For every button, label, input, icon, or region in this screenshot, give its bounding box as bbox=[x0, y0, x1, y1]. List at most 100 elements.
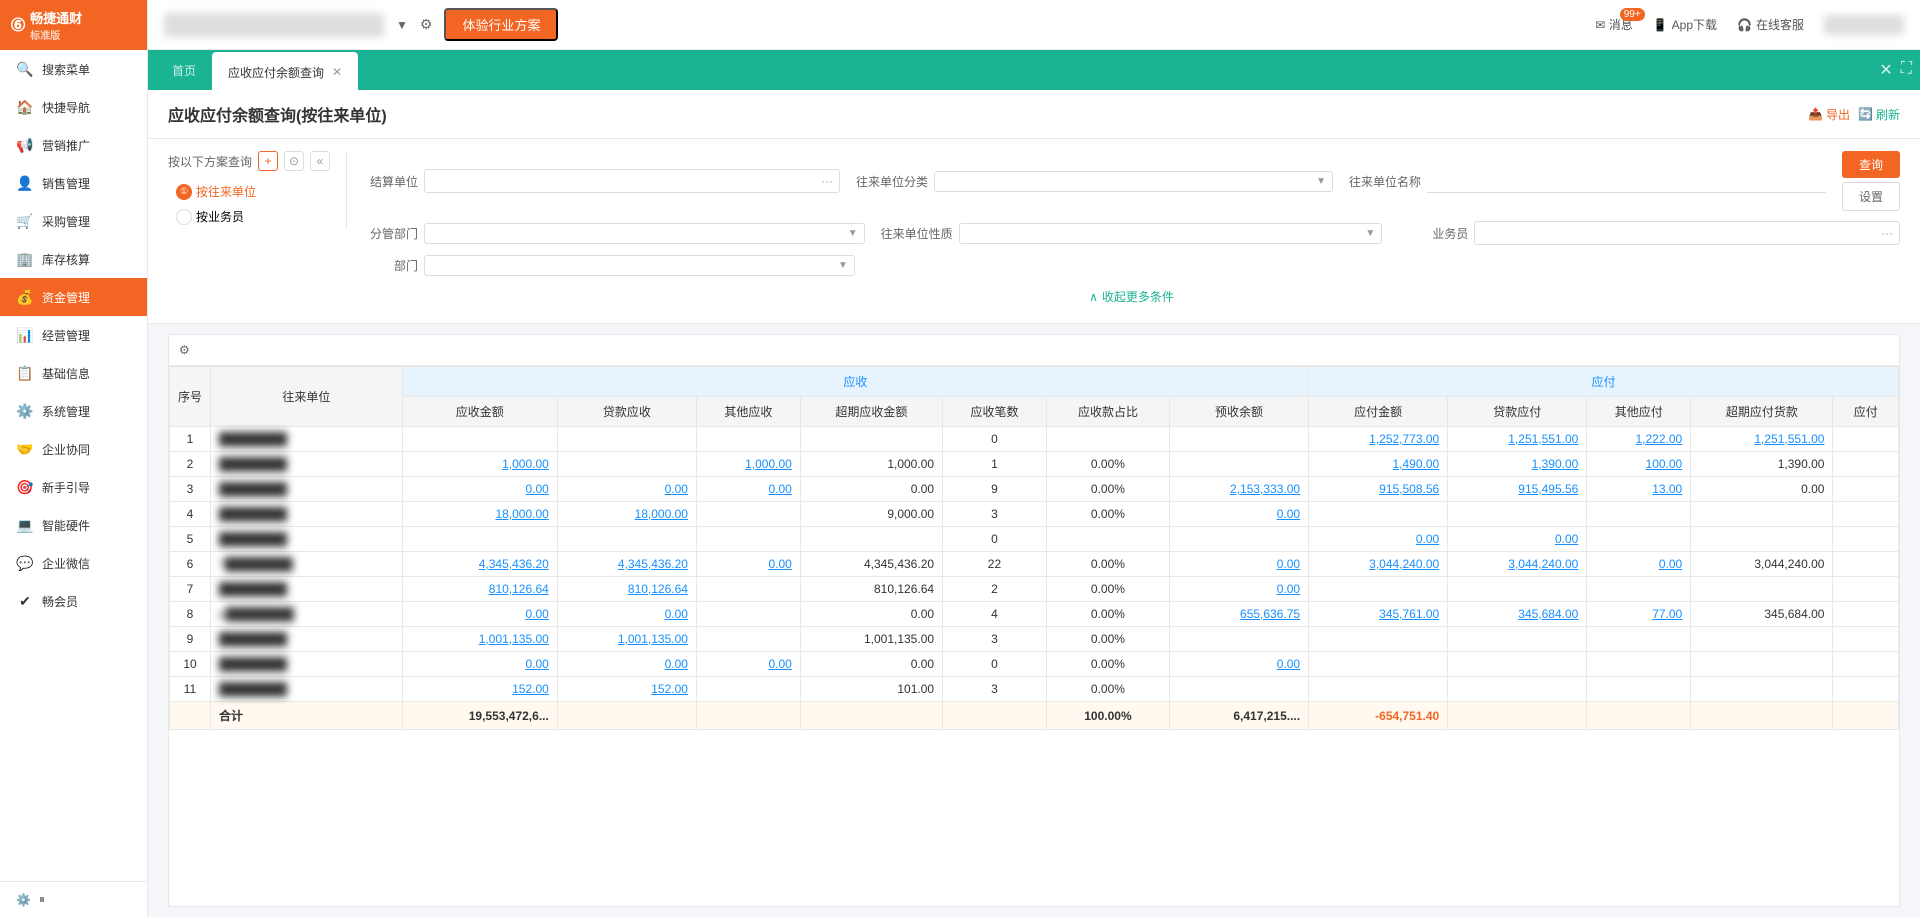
page-title: 应收应付余额查询(按往来单位) bbox=[168, 102, 387, 138]
tabbar: 首页 应收应付余额查询 ✕ ✕ ⛶ bbox=[148, 50, 1920, 90]
maximize-icon[interactable]: ⛶ bbox=[1901, 60, 1912, 80]
sidebar-item-label: 搜索菜单 bbox=[42, 61, 90, 78]
gear-icon[interactable]: ⚙ bbox=[420, 16, 433, 33]
collapse-scheme-button[interactable]: « bbox=[310, 151, 330, 171]
dept-manage-select[interactable]: ▼ bbox=[424, 223, 865, 244]
settlement-label: 结算单位 bbox=[363, 173, 418, 190]
messages-button[interactable]: ✉ 消息 99+ bbox=[1595, 16, 1632, 33]
table-gear-icon[interactable]: ⚙ bbox=[179, 343, 190, 357]
unit-category-label: 往来单位分类 bbox=[856, 173, 928, 190]
chevron-down-icon[interactable]: ▼ bbox=[396, 18, 408, 32]
col-ar-loan: 贷款应收 bbox=[557, 397, 696, 427]
sidebar-item-sales[interactable]: 👤 销售管理 bbox=[0, 164, 147, 202]
settings-button[interactable]: 设置 bbox=[1842, 182, 1900, 211]
sidebar-logo: ⑥ 畅捷通财 标准版 bbox=[0, 0, 147, 50]
dept-manage-label: 分管部门 bbox=[363, 225, 418, 242]
table-area: ⚙ 序号 往来单位 应收 应付 应收金额 贷款应收 其他应收 超期应收金额 bbox=[168, 334, 1900, 907]
messages-badge: 99+ bbox=[1620, 8, 1645, 21]
scheme-by-staff[interactable]: 按业务员 bbox=[168, 204, 330, 229]
unit-nature-select[interactable]: ▼ bbox=[959, 223, 1383, 244]
hardware-icon: 💻 bbox=[16, 516, 34, 534]
sales-icon: 👤 bbox=[16, 174, 34, 192]
sidebar-item-operations[interactable]: 📊 经营管理 bbox=[0, 316, 147, 354]
sidebar-item-label: 经营管理 bbox=[42, 327, 90, 344]
scheme-by-unit[interactable]: ① 按往来单位 bbox=[168, 179, 330, 204]
col-ar-count: 应收笔数 bbox=[943, 397, 1047, 427]
sidebar-item-label: 资金管理 bbox=[42, 289, 90, 306]
tab-query-label: 应收应付余额查询 bbox=[228, 64, 324, 81]
table-toolbar: ⚙ bbox=[169, 335, 1899, 366]
tabbar-right: ✕ ⛶ bbox=[1879, 60, 1912, 80]
col-ap-loan: 贷款应付 bbox=[1448, 397, 1587, 427]
table-row: 2 ████████ 1,000.00 1,000.00 1,000.00 1 … bbox=[170, 452, 1899, 477]
table-row: 10 ████████ 0.00 0.00 0.00 0.00 0 0.00% … bbox=[170, 652, 1899, 677]
content-area: 应收应付余额查询(按往来单位) 📤 导出 🔄 刷新 按以下方案查询 bbox=[148, 90, 1920, 917]
unit-name-input[interactable] bbox=[1427, 170, 1826, 193]
settlement-input[interactable]: ··· bbox=[424, 169, 840, 193]
tab-query[interactable]: 应收应付余额查询 ✕ bbox=[212, 52, 358, 92]
scheme-active-icon: ① bbox=[176, 184, 192, 200]
online-service-link[interactable]: 🎧 在线客服 bbox=[1737, 16, 1804, 33]
unit-category-select[interactable]: ▼ bbox=[934, 171, 1333, 192]
operations-icon: 📊 bbox=[16, 326, 34, 344]
promo-button[interactable]: 体验行业方案 bbox=[444, 8, 558, 41]
sidebar-item-finance[interactable]: 💰 资金管理 bbox=[0, 278, 147, 316]
topbar-brand bbox=[164, 13, 384, 37]
sidebar-item-label: 新手引导 bbox=[42, 479, 90, 496]
collapse-icon[interactable]: ⏸ bbox=[39, 892, 45, 907]
sidebar-item-label: 快捷导航 bbox=[42, 99, 90, 116]
col-ap-other: 其他应付 bbox=[1587, 397, 1691, 427]
data-table: 序号 往来单位 应收 应付 应收金额 贷款应收 其他应收 超期应收金额 应收笔数… bbox=[169, 366, 1899, 730]
sidebar-item-cooperation[interactable]: 🤝 企业协同 bbox=[0, 430, 147, 468]
total-label: 合计 bbox=[211, 702, 403, 730]
query-button[interactable]: 查询 bbox=[1842, 151, 1900, 178]
add-scheme-button[interactable]: + bbox=[258, 151, 278, 171]
message-icon: ✉ bbox=[1595, 18, 1605, 32]
tab-home[interactable]: 首页 bbox=[156, 50, 212, 90]
page-actions: 📤 导出 🔄 刷新 bbox=[1808, 106, 1900, 135]
total-row: 合计 19,553,472,6... 100.00% 6,417,215....… bbox=[170, 702, 1899, 730]
sidebar-item-system[interactable]: ⚙️ 系统管理 bbox=[0, 392, 147, 430]
sidebar-item-marketing[interactable]: 📢 营销推广 bbox=[0, 126, 147, 164]
collapse-filter-button[interactable]: ∧ 收起更多条件 bbox=[363, 282, 1900, 311]
table-row: 7 ████████ 810,126.64 810,126.64 810,126… bbox=[170, 577, 1899, 602]
warehouse-icon: 🏢 bbox=[16, 250, 34, 268]
sidebar-item-search[interactable]: 🔍 搜索菜单 bbox=[0, 50, 147, 88]
refresh-button[interactable]: 🔄 刷新 bbox=[1858, 106, 1900, 123]
sidebar-item-guide[interactable]: 🎯 新手引导 bbox=[0, 468, 147, 506]
total-ar-ratio: 100.00% bbox=[1046, 702, 1169, 730]
close-window-icon[interactable]: ✕ bbox=[1879, 60, 1892, 80]
sidebar-item-hardware[interactable]: 💻 智能硬件 bbox=[0, 506, 147, 544]
user-area[interactable] bbox=[1824, 15, 1904, 35]
export-button[interactable]: 📤 导出 bbox=[1808, 106, 1850, 123]
sidebar-item-label: 库存核算 bbox=[42, 251, 90, 268]
app-download-link[interactable]: 📱 App下载 bbox=[1653, 16, 1717, 33]
sidebar-item-basic[interactable]: 📋 基础信息 bbox=[0, 354, 147, 392]
chevron-down-icon: ▼ bbox=[1365, 228, 1375, 239]
chevron-down-icon: ▼ bbox=[1316, 176, 1326, 187]
basic-icon: 📋 bbox=[16, 364, 34, 382]
sidebar-item-quicknav[interactable]: 🏠 快捷导航 bbox=[0, 88, 147, 126]
dept-select[interactable]: ▼ bbox=[424, 255, 855, 276]
sidebar-item-member[interactable]: ✔ 畅会员 bbox=[0, 582, 147, 620]
sidebar-item-wechat[interactable]: 💬 企业微信 bbox=[0, 544, 147, 582]
table-row: 9 ████████ 1,001,135.00 1,001,135.00 1,0… bbox=[170, 627, 1899, 652]
search-icon: 🔍 bbox=[16, 60, 34, 78]
marketing-icon: 📢 bbox=[16, 136, 34, 154]
col-ap-overdue: 超期应付货款 bbox=[1691, 397, 1833, 427]
edit-scheme-button[interactable]: ⊙ bbox=[284, 151, 304, 171]
dots-icon: ··· bbox=[821, 174, 833, 188]
sidebar-item-purchase[interactable]: 🛒 采购管理 bbox=[0, 202, 147, 240]
unit-name-label: 往来单位名称 bbox=[1349, 173, 1421, 190]
tab-close-icon[interactable]: ✕ bbox=[332, 65, 342, 79]
sidebar-item-label: 系统管理 bbox=[42, 403, 90, 420]
salesman-label: 业务员 bbox=[1398, 225, 1468, 242]
col-ar-prepaid: 预收余额 bbox=[1169, 397, 1308, 427]
sidebar-item-label: 智能硬件 bbox=[42, 517, 90, 534]
settings-icon[interactable]: ⚙️ bbox=[16, 893, 31, 907]
salesman-input[interactable]: ··· bbox=[1474, 221, 1900, 245]
sidebar-item-warehouse[interactable]: 🏢 库存核算 bbox=[0, 240, 147, 278]
sidebar-item-label: 基础信息 bbox=[42, 365, 90, 382]
table-row: 8 p████████ 0.00 0.00 0.00 4 0.00% 655,6… bbox=[170, 602, 1899, 627]
col-ar-overdue: 超期应收金额 bbox=[800, 397, 942, 427]
